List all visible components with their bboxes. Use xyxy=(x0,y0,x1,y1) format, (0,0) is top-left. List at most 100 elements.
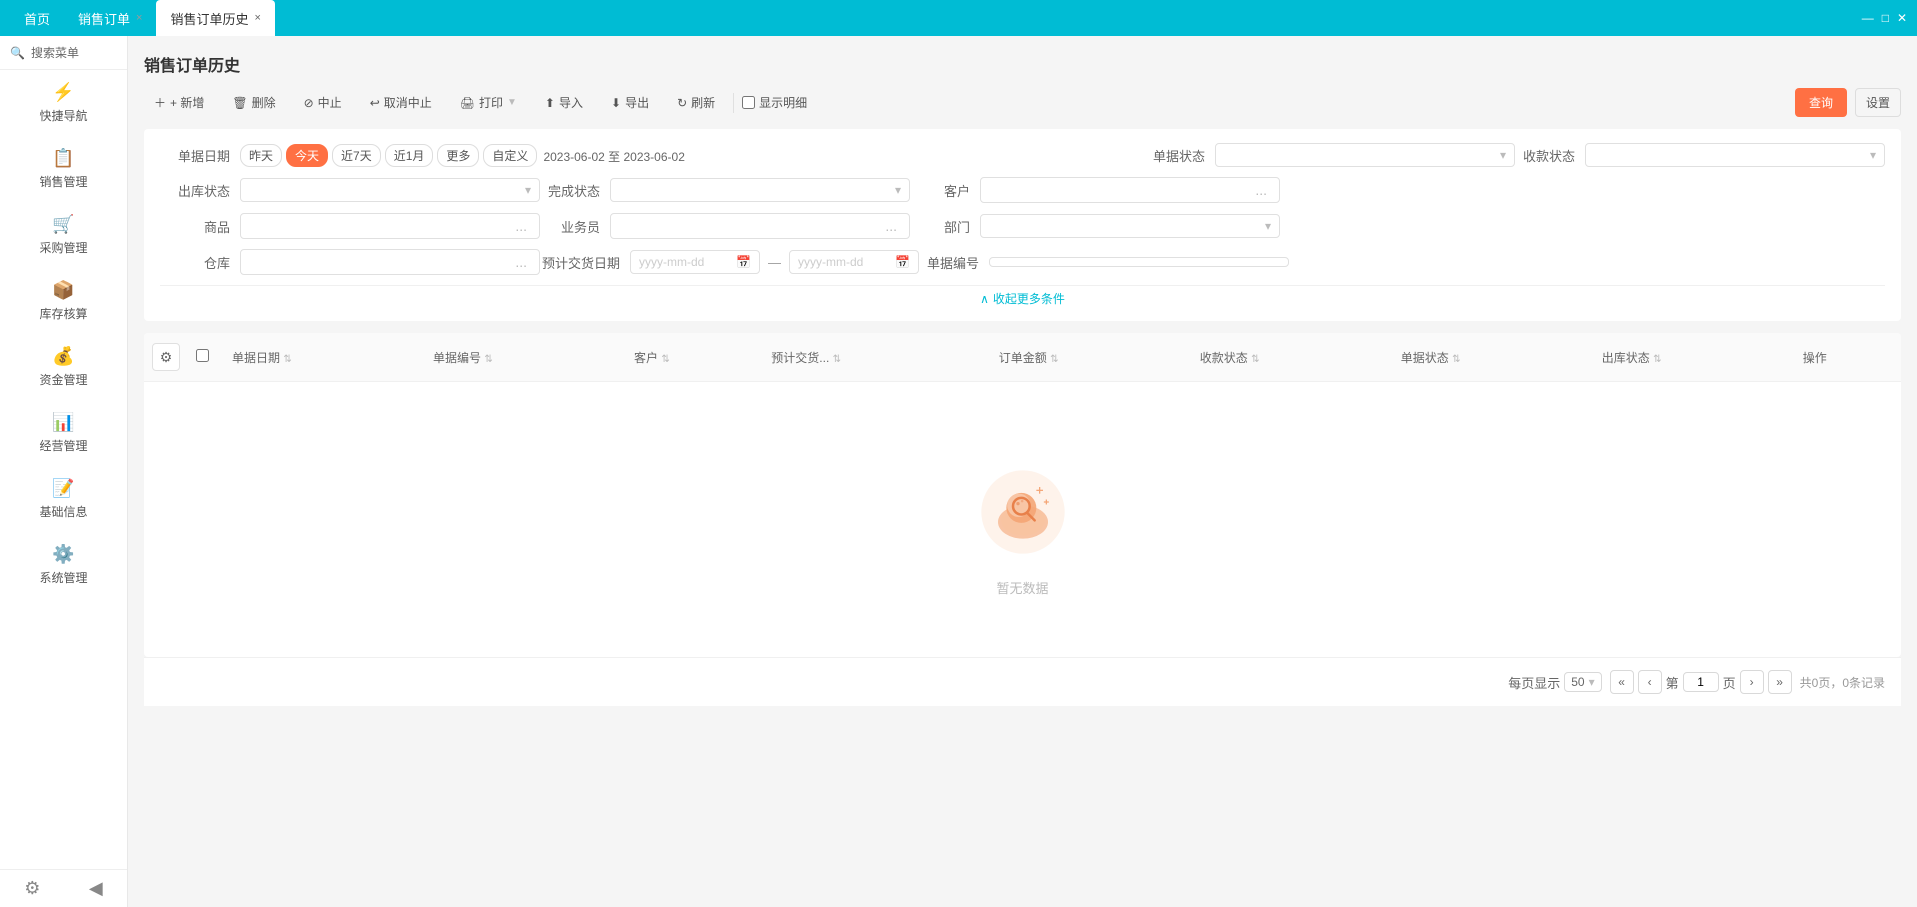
col-settings: ⚙ xyxy=(144,333,188,382)
export-icon: ⬇ xyxy=(611,96,621,110)
cancel-stop-button[interactable]: ↩ 取消中止 xyxy=(360,89,442,116)
inventory-icon: 📦 xyxy=(52,280,74,301)
sidebar-item-base-info-label: 基础信息 xyxy=(39,503,87,520)
sidebar-item-business-mgmt-label: 经营管理 xyxy=(39,437,87,454)
date-7days-btn[interactable]: 近7天 xyxy=(332,144,381,167)
out-status-select[interactable]: ▾ xyxy=(240,178,540,202)
tab-sales-order-history-close[interactable]: × xyxy=(254,12,260,24)
delete-button[interactable]: 🗑 删除 xyxy=(222,89,285,116)
payment-status-select[interactable]: ▾ xyxy=(1585,143,1885,167)
tab-sales-order-history[interactable]: 销售订单历史 × xyxy=(156,0,274,36)
col-customer[interactable]: 客户 ⇅ xyxy=(626,333,763,382)
goods-input[interactable]: ... xyxy=(240,213,540,239)
refresh-button[interactable]: ↻ 刷新 xyxy=(667,89,725,116)
delivery-date-from[interactable]: yyyy-mm-dd 📅 xyxy=(630,250,760,274)
cancel-stop-icon: ↩ xyxy=(370,96,380,110)
sidebar-item-sys-mgmt[interactable]: ⚙️ 系统管理 xyxy=(0,532,127,598)
col-payment-status[interactable]: 收款状态 ⇅ xyxy=(1192,333,1393,382)
out-status-label: 出库状态 xyxy=(160,181,240,200)
page-prev-button[interactable]: ‹ xyxy=(1638,670,1662,694)
show-detail-checkbox-label[interactable]: 显示明细 xyxy=(742,94,807,111)
sidebar-item-purchase-mgmt[interactable]: 🛒 采购管理 xyxy=(0,202,127,268)
tab-sales-order-history-label: 销售订单历史 xyxy=(170,9,248,28)
top-bar: 首页 销售订单 × 销售订单历史 × — □ ✕ xyxy=(0,0,1917,36)
new-button[interactable]: ＋ + 新增 xyxy=(144,89,214,116)
sidebar-collapse-icon[interactable]: ◀ xyxy=(89,878,103,899)
page-size-value: 50 xyxy=(1571,675,1584,689)
col-delivery-date[interactable]: 预计交货... ⇅ xyxy=(763,333,991,382)
sidebar-item-sys-mgmt-label: 系统管理 xyxy=(39,569,87,586)
col-doc-date[interactable]: 单据日期 ⇅ xyxy=(224,333,425,382)
complete-status-select[interactable]: ▾ xyxy=(610,178,910,202)
page-first-button[interactable]: « xyxy=(1610,670,1634,694)
page-size-box[interactable]: 50 ▾ xyxy=(1564,672,1601,692)
minimize-button[interactable]: — xyxy=(1862,11,1874,25)
tab-sales-order-close[interactable]: × xyxy=(136,12,142,24)
sidebar-item-finance[interactable]: 💰 资金管理 xyxy=(0,334,127,400)
warehouse-input[interactable]: ... xyxy=(240,249,540,275)
sidebar-search[interactable]: 🔍 搜索菜单 xyxy=(0,36,127,70)
sidebar-item-inventory[interactable]: 📦 库存核算 xyxy=(0,268,127,334)
page-last-button[interactable]: » xyxy=(1768,670,1792,694)
filter-panel: 单据日期 昨天 今天 近7天 近1月 更多 自定义 2023-06-02 至 2… xyxy=(144,129,1901,321)
salesperson-ellipsis[interactable]: ... xyxy=(881,218,901,234)
sidebar-settings-icon[interactable]: ⚙ xyxy=(24,878,40,899)
date-separator: — xyxy=(764,255,785,270)
refresh-label: 刷新 xyxy=(691,94,715,111)
show-detail-checkbox[interactable] xyxy=(742,96,755,109)
restore-button[interactable]: □ xyxy=(1882,11,1889,25)
tab-sales-order[interactable]: 销售订单 × xyxy=(64,0,156,36)
page-next-button[interactable]: › xyxy=(1740,670,1764,694)
sidebar-item-finance-label: 资金管理 xyxy=(39,371,87,388)
delivery-date-to[interactable]: yyyy-mm-dd 📅 xyxy=(789,250,919,274)
page-input[interactable] xyxy=(1683,672,1719,692)
close-button[interactable]: ✕ xyxy=(1897,11,1907,25)
print-button[interactable]: 🖨 打印 ▼ xyxy=(450,89,527,116)
export-button[interactable]: ⬇ 导出 xyxy=(601,89,659,116)
delete-icon: 🗑 xyxy=(232,96,247,110)
customer-input[interactable]: ... xyxy=(980,177,1280,203)
sidebar-item-base-info[interactable]: 📝 基础信息 xyxy=(0,466,127,532)
col-order-amount[interactable]: 订单金额 ⇅ xyxy=(991,333,1192,382)
collapse-label: 收起更多条件 xyxy=(993,290,1065,307)
calendar-to-icon[interactable]: 📅 xyxy=(895,255,910,269)
collapse-row[interactable]: ∧ 收起更多条件 xyxy=(160,285,1885,307)
date-today-btn[interactable]: 今天 xyxy=(286,144,328,167)
goods-ellipsis[interactable]: ... xyxy=(511,218,531,234)
date-more-btn[interactable]: 更多 xyxy=(437,144,479,167)
doc-status-select[interactable]: ▾ xyxy=(1215,143,1515,167)
select-all-checkbox[interactable] xyxy=(196,349,209,362)
print-dropdown-icon: ▼ xyxy=(507,97,517,108)
delete-label: 删除 xyxy=(252,94,276,111)
sidebar-item-sales-mgmt[interactable]: 📋 销售管理 xyxy=(0,136,127,202)
delivery-date-to-value: yyyy-mm-dd xyxy=(798,255,863,269)
salesperson-input[interactable]: ... xyxy=(610,213,910,239)
col-doc-number[interactable]: 单据编号 ⇅ xyxy=(425,333,626,382)
date-custom-btn[interactable]: 自定义 xyxy=(483,144,537,167)
warehouse-ellipsis[interactable]: ... xyxy=(511,254,531,270)
quick-nav-icon: ⚡ xyxy=(52,82,74,103)
col-out-status[interactable]: 出库状态 ⇅ xyxy=(1594,333,1795,382)
import-button[interactable]: ⬆ 导入 xyxy=(535,89,593,116)
doc-number-input[interactable] xyxy=(989,257,1289,267)
page-unit: 页 xyxy=(1723,673,1736,692)
sidebar-item-business-mgmt[interactable]: 📊 经营管理 xyxy=(0,400,127,466)
col-doc-status[interactable]: 单据状态 ⇅ xyxy=(1393,333,1594,382)
col-checkbox-header[interactable] xyxy=(188,333,224,382)
date-1month-btn[interactable]: 近1月 xyxy=(385,144,434,167)
date-yesterday-btn[interactable]: 昨天 xyxy=(240,144,282,167)
customer-ellipsis[interactable]: ... xyxy=(1251,182,1271,198)
calendar-from-icon[interactable]: 📅 xyxy=(736,255,751,269)
query-button[interactable]: 查询 xyxy=(1795,88,1847,117)
stop-button[interactable]: ⊘ 中止 xyxy=(294,89,352,116)
stop-icon: ⊘ xyxy=(304,96,314,110)
tab-home-label: 首页 xyxy=(24,9,50,28)
tab-sales-order-label: 销售订单 xyxy=(78,9,130,28)
tab-home[interactable]: 首页 xyxy=(10,0,64,36)
settings-button[interactable]: 设置 xyxy=(1855,88,1901,117)
print-icon: 🖨 xyxy=(460,96,475,110)
table-settings-button[interactable]: ⚙ xyxy=(152,343,180,371)
department-select[interactable]: ▾ xyxy=(980,214,1280,238)
sidebar-item-quick-nav[interactable]: ⚡ 快捷导航 xyxy=(0,70,127,136)
complete-status-label: 完成状态 xyxy=(540,181,610,200)
